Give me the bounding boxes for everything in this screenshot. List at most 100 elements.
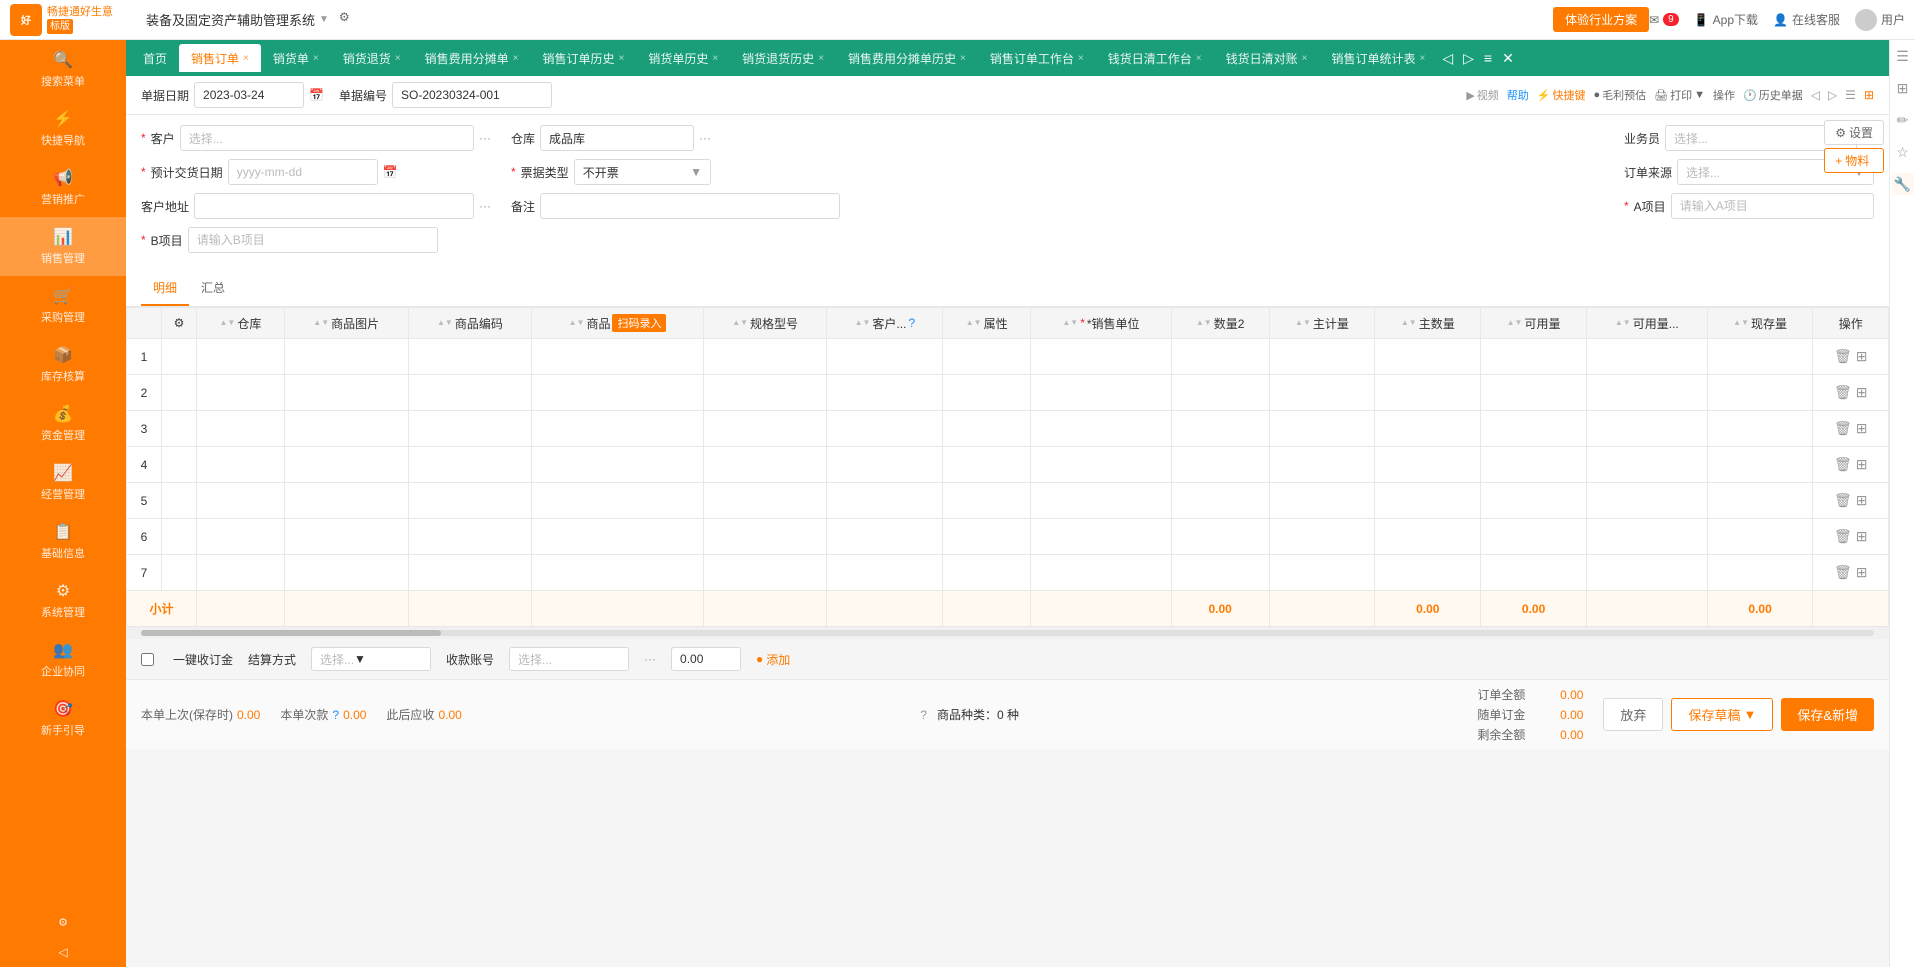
col-header-customer-code[interactable]: ▲▼ 客户... ? [827, 308, 943, 339]
tab-return-history[interactable]: 销货退货历史 × [730, 44, 836, 72]
address-select[interactable] [194, 193, 474, 219]
col-header-available2[interactable]: ▲▼ 可用量... [1586, 308, 1707, 339]
tab-sales-order-history[interactable]: 销售订单历史 × [530, 44, 636, 72]
discard-button[interactable]: 放弃 [1603, 698, 1663, 731]
col-header-main-unit[interactable]: ▲▼ 主计量 [1269, 308, 1375, 339]
shortcut-btn[interactable]: ⚡ 快捷键 [1537, 87, 1586, 103]
sidebar-item-search[interactable]: 🔍 搜索菜单 [0, 40, 126, 99]
sidebar-item-system[interactable]: ⚙ 系统管理 [0, 571, 126, 630]
image-sort-icon[interactable]: ▲▼ [313, 319, 329, 327]
save-draft-button[interactable]: 保存草稿 ▼ [1671, 698, 1773, 731]
row-1-stock[interactable] [1707, 339, 1813, 375]
col-settings-icon[interactable]: ⚙ [174, 316, 185, 330]
col-header-product[interactable]: ▲▼ 商品 扫码录入 [532, 308, 703, 339]
col-header-stock[interactable]: ▲▼ 现存量 [1707, 308, 1813, 339]
tab-reconcile[interactable]: 钱货日清对账 × [1214, 44, 1320, 72]
sidebar-item-basic-info[interactable]: 📋 基础信息 [0, 512, 126, 571]
tab-statistics[interactable]: 销售订单统计表 × [1319, 44, 1437, 72]
profit-btn[interactable]: ● 毛利预估 [1593, 87, 1646, 103]
col-header-settings[interactable]: ⚙ [162, 308, 197, 339]
sidebar-item-marketing[interactable]: 📢 营销推广 [0, 158, 126, 217]
col-header-image[interactable]: ▲▼ 商品图片 [284, 308, 408, 339]
tab-reconcile-close[interactable]: × [1302, 53, 1308, 64]
tab-sales-fee[interactable]: 销售费用分摊单 × [413, 44, 531, 72]
row-7-copy-btn[interactable]: ⊞ [1856, 564, 1868, 581]
tab-order-workbench-close[interactable]: × [1078, 53, 1084, 64]
warehouse-select[interactable]: 成品库 [540, 125, 694, 151]
available-sort-icon[interactable]: ▲▼ [1507, 319, 1523, 327]
row-5-copy-btn[interactable]: ⊞ [1856, 492, 1868, 509]
sidebar-item-enterprise[interactable]: 👥 企业协同 [0, 630, 126, 689]
sidebar-item-nav[interactable]: ⚡ 快捷导航 [0, 99, 126, 158]
col-header-available[interactable]: ▲▼ 可用量 [1481, 308, 1587, 339]
row-2-stock[interactable] [1707, 375, 1813, 411]
row-1-main-qty[interactable] [1375, 339, 1481, 375]
sidebar-item-purchase[interactable]: 🛒 采购管理 [0, 276, 126, 335]
row-2-code[interactable] [408, 375, 532, 411]
scan-input-btn[interactable]: 扫码录入 [612, 314, 666, 332]
save-draft-dropdown-icon[interactable]: ▼ [1743, 707, 1756, 722]
tab-invoice-history-close[interactable]: × [712, 53, 718, 64]
warehouse-more-btn[interactable]: ··· [699, 131, 711, 145]
tab-menu-btn[interactable]: ≡ [1479, 50, 1497, 66]
product-count-help-icon[interactable]: ? [920, 708, 927, 722]
col-header-unit[interactable]: ▲▼ * *销售单位 [1031, 308, 1172, 339]
message-btn[interactable]: ✉ 9 [1649, 13, 1679, 27]
row-3-copy-btn[interactable]: ⊞ [1856, 420, 1868, 437]
next-record-btn[interactable]: ▷ [1828, 88, 1837, 102]
quick-pay-checkbox[interactable] [141, 653, 154, 666]
customer-code-sort-icon[interactable]: ▲▼ [855, 319, 871, 327]
attributes-sort-icon[interactable]: ▲▼ [966, 319, 982, 327]
list-view-icon[interactable]: ☰ [1845, 88, 1856, 102]
tab-close-all-btn[interactable]: ✕ [1497, 50, 1519, 67]
row-2-warehouse[interactable] [197, 375, 285, 411]
row-1-unit[interactable] [1031, 339, 1172, 375]
table-tab-detail[interactable]: 明细 [141, 271, 189, 306]
customer-more-btn[interactable]: ··· [479, 131, 491, 145]
tab-sales-order-history-close[interactable]: × [618, 53, 624, 64]
row-2-product[interactable] [532, 375, 703, 411]
scrollbar-thumb[interactable] [141, 630, 441, 636]
row-2-main-qty[interactable] [1375, 375, 1481, 411]
arrears-help-icon[interactable]: ? [332, 708, 339, 722]
user-btn[interactable]: 用户 [1855, 9, 1905, 31]
b-project-input[interactable] [188, 227, 438, 253]
tab-sales-invoice[interactable]: 销货单 × [261, 44, 331, 72]
row-6-copy-btn[interactable]: ⊞ [1856, 528, 1868, 545]
tab-fee-history[interactable]: 销售费用分摊单历史 × [836, 44, 978, 72]
table-tab-summary[interactable]: 汇总 [189, 271, 237, 306]
row-2-unit[interactable] [1031, 375, 1172, 411]
payment-amount-input[interactable] [671, 647, 741, 671]
row-1-available2[interactable] [1586, 339, 1707, 375]
row-1-main-unit[interactable] [1269, 339, 1375, 375]
operation-btn[interactable]: 操作 [1713, 87, 1735, 103]
available2-sort-icon[interactable]: ▲▼ [1615, 319, 1631, 327]
tab-sales-invoice-close[interactable]: × [313, 53, 319, 64]
tab-sales-return[interactable]: 销货退货 × [331, 44, 413, 72]
tab-sales-return-close[interactable]: × [395, 53, 401, 64]
right-icon-grid[interactable]: ⊞ [1892, 77, 1914, 99]
row-3-delete-btn[interactable]: 🗑 [1834, 420, 1852, 437]
code-sort-icon[interactable]: ▲▼ [437, 319, 453, 327]
row-1-delete-btn[interactable]: 🗑 [1834, 348, 1852, 365]
add-payment-btn[interactable]: ● 添加 [756, 651, 790, 668]
right-icon-list[interactable]: ☰ [1892, 45, 1914, 67]
row-4-delete-btn[interactable]: 🗑 [1834, 456, 1852, 473]
row-1-product[interactable] [532, 339, 703, 375]
col-header-spec[interactable]: ▲▼ 规格型号 [703, 308, 827, 339]
settings-button[interactable]: ⚙ 设置 [1824, 120, 1884, 145]
prev-record-btn[interactable]: ◁ [1811, 88, 1820, 102]
tab-sales-order-close[interactable]: × [243, 53, 249, 64]
table-scrollbar[interactable] [126, 627, 1889, 639]
unit-sort-icon[interactable]: ▲▼ [1062, 319, 1078, 327]
row-1-code[interactable] [408, 339, 532, 375]
address-more-btn[interactable]: ··· [479, 199, 491, 213]
row-1-customer-code[interactable] [827, 339, 943, 375]
sidebar-item-operations[interactable]: 📈 经营管理 [0, 453, 126, 512]
calendar-icon[interactable]: 📅 [309, 88, 324, 102]
row-1-warehouse[interactable] [197, 339, 285, 375]
warehouse-sort-icon[interactable]: ▲▼ [220, 319, 236, 327]
col-header-qty2[interactable]: ▲▼ 数量2 [1171, 308, 1269, 339]
row-2-delete-btn[interactable]: 🗑 [1834, 384, 1852, 401]
row-4-copy-btn[interactable]: ⊞ [1856, 456, 1868, 473]
